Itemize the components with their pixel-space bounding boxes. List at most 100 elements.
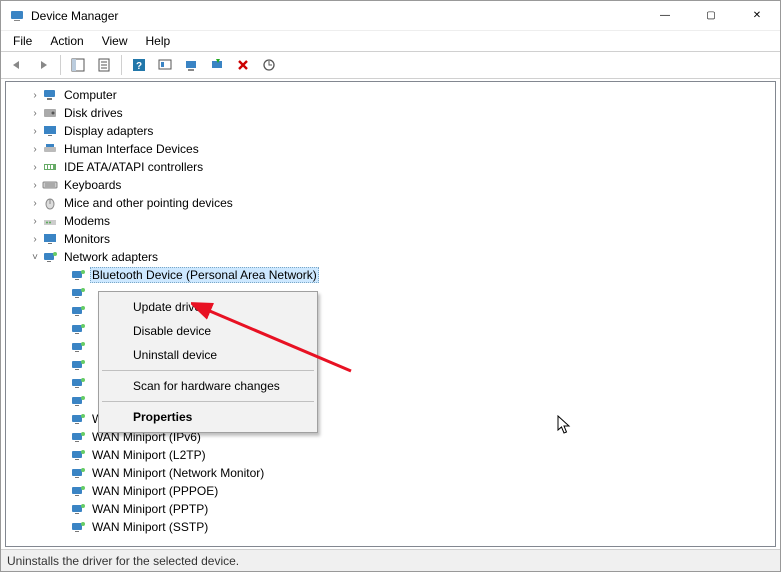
tree-node-label: Network adapters	[62, 250, 160, 264]
chevron-right-icon[interactable]: ›	[28, 108, 42, 119]
tree-node-label: Modems	[62, 214, 112, 228]
properties-button[interactable]	[92, 54, 116, 76]
context-menu-separator	[102, 370, 314, 371]
toolbar: ?	[1, 51, 780, 79]
delete-button[interactable]	[231, 54, 255, 76]
menu-file[interactable]: File	[5, 32, 40, 50]
menu-help[interactable]: Help	[138, 32, 179, 50]
forward-icon	[35, 59, 51, 71]
delete-icon	[236, 58, 250, 72]
svg-text:?: ?	[136, 61, 142, 72]
chevron-right-icon[interactable]: ›	[28, 90, 42, 101]
tree-node[interactable]: ˅ Network adapters	[6, 248, 775, 266]
tree-node-label: WAN Miniport (Network Monitor)	[90, 466, 266, 480]
update-driver-button[interactable]	[179, 54, 203, 76]
tree-node[interactable]: › IDE ATA/ATAPI controllers	[6, 158, 775, 176]
tree-node[interactable]: › Human Interface Devices	[6, 140, 775, 158]
uninstall-device-button[interactable]	[205, 54, 229, 76]
tree-node-label: WAN Miniport (L2TP)	[90, 448, 208, 462]
tree-node[interactable]: › Modems	[6, 212, 775, 230]
ctx-scan-hardware[interactable]: Scan for hardware changes	[101, 374, 315, 398]
tree-node[interactable]: WAN Miniport (Network Monitor)	[6, 464, 775, 482]
minimize-button[interactable]: —	[642, 1, 688, 31]
disk-icon	[42, 105, 58, 121]
tree-node-label: WAN Miniport (PPTP)	[90, 502, 210, 516]
tree-node[interactable]: WAN Miniport (L2TP)	[6, 446, 775, 464]
app-icon	[9, 8, 25, 24]
chevron-down-icon[interactable]: ˅	[28, 252, 42, 263]
tree-node[interactable]: › Mice and other pointing devices	[6, 194, 775, 212]
menu-action[interactable]: Action	[42, 32, 91, 50]
help-button[interactable]: ?	[127, 54, 151, 76]
modem-icon	[42, 213, 58, 229]
show-hide-tree-button[interactable]	[66, 54, 90, 76]
chevron-right-icon[interactable]: ›	[28, 144, 42, 155]
network-adapter-icon	[70, 357, 86, 373]
titlebar: Device Manager — ▢ ✕	[1, 1, 780, 31]
tree-node-label: Bluetooth Device (Personal Area Network)	[90, 267, 319, 283]
ctx-properties[interactable]: Properties	[101, 405, 315, 429]
ctx-update-driver[interactable]: Update driver	[101, 295, 315, 319]
network-adapter-icon	[70, 393, 86, 409]
network-adapter-icon	[70, 483, 86, 499]
back-button[interactable]	[5, 54, 29, 76]
tree-node-label: WAN Miniport (SSTP)	[90, 520, 210, 534]
chevron-right-icon[interactable]: ›	[28, 234, 42, 245]
network-adapter-icon	[70, 321, 86, 337]
menu-view[interactable]: View	[94, 32, 136, 50]
context-menu-separator	[102, 401, 314, 402]
ide-icon	[42, 159, 58, 175]
close-button[interactable]: ✕	[734, 1, 780, 31]
ctx-disable-device[interactable]: Disable device	[101, 319, 315, 343]
network-adapter-icon	[70, 303, 86, 319]
tree-node[interactable]: WAN Miniport (PPPOE)	[6, 482, 775, 500]
tree-node-label: WAN Miniport (PPPOE)	[90, 484, 220, 498]
chevron-right-icon[interactable]: ›	[28, 162, 42, 173]
tree-node[interactable]: › Disk drives	[6, 104, 775, 122]
chevron-right-icon[interactable]: ›	[28, 198, 42, 209]
tree-node[interactable]: › Monitors	[6, 230, 775, 248]
tree-node-label: Disk drives	[62, 106, 125, 120]
properties-icon	[97, 58, 111, 72]
tree-node[interactable]: WAN Miniport (SSTP)	[6, 518, 775, 536]
monitor-icon	[42, 231, 58, 247]
tree-node[interactable]: WAN Miniport (PPTP)	[6, 500, 775, 518]
back-icon	[9, 59, 25, 71]
mouse-icon	[42, 195, 58, 211]
keyboard-icon	[42, 177, 58, 193]
network-adapter-icon	[70, 447, 86, 463]
tree-node-label: Human Interface Devices	[62, 142, 201, 156]
action-center-button[interactable]	[153, 54, 177, 76]
action-center-icon	[158, 58, 172, 72]
help-icon: ?	[132, 58, 146, 72]
scan-hardware-icon	[262, 58, 276, 72]
toolbar-separator	[60, 55, 61, 75]
tree-node[interactable]: Bluetooth Device (Personal Area Network)	[6, 266, 775, 284]
toolbar-separator	[121, 55, 122, 75]
tree-node-label: Display adapters	[62, 124, 155, 138]
scan-hardware-button[interactable]	[257, 54, 281, 76]
chevron-right-icon[interactable]: ›	[28, 180, 42, 191]
tree-node[interactable]: › Computer	[6, 86, 775, 104]
tree-node-label: Computer	[62, 88, 119, 102]
context-menu: Update driverDisable deviceUninstall dev…	[98, 291, 318, 433]
statusbar: Uninstalls the driver for the selected d…	[1, 549, 780, 571]
forward-button[interactable]	[31, 54, 55, 76]
network-icon	[42, 249, 58, 265]
network-adapter-icon	[70, 375, 86, 391]
tree-node[interactable]: ›Keyboards	[6, 176, 775, 194]
uninstall-icon	[210, 58, 224, 72]
ctx-uninstall-device[interactable]: Uninstall device	[101, 343, 315, 367]
network-adapter-icon	[70, 429, 86, 445]
chevron-right-icon[interactable]: ›	[28, 126, 42, 137]
tree-node[interactable]: › Display adapters	[6, 122, 775, 140]
computer-icon	[42, 87, 58, 103]
maximize-button[interactable]: ▢	[688, 1, 734, 31]
tree-node-label: Monitors	[62, 232, 112, 246]
chevron-right-icon[interactable]: ›	[28, 216, 42, 227]
tree-node-label: IDE ATA/ATAPI controllers	[62, 160, 205, 174]
tree-node-label: Mice and other pointing devices	[62, 196, 235, 210]
statusbar-text: Uninstalls the driver for the selected d…	[7, 554, 239, 568]
display-icon	[42, 123, 58, 139]
network-adapter-icon	[70, 501, 86, 517]
